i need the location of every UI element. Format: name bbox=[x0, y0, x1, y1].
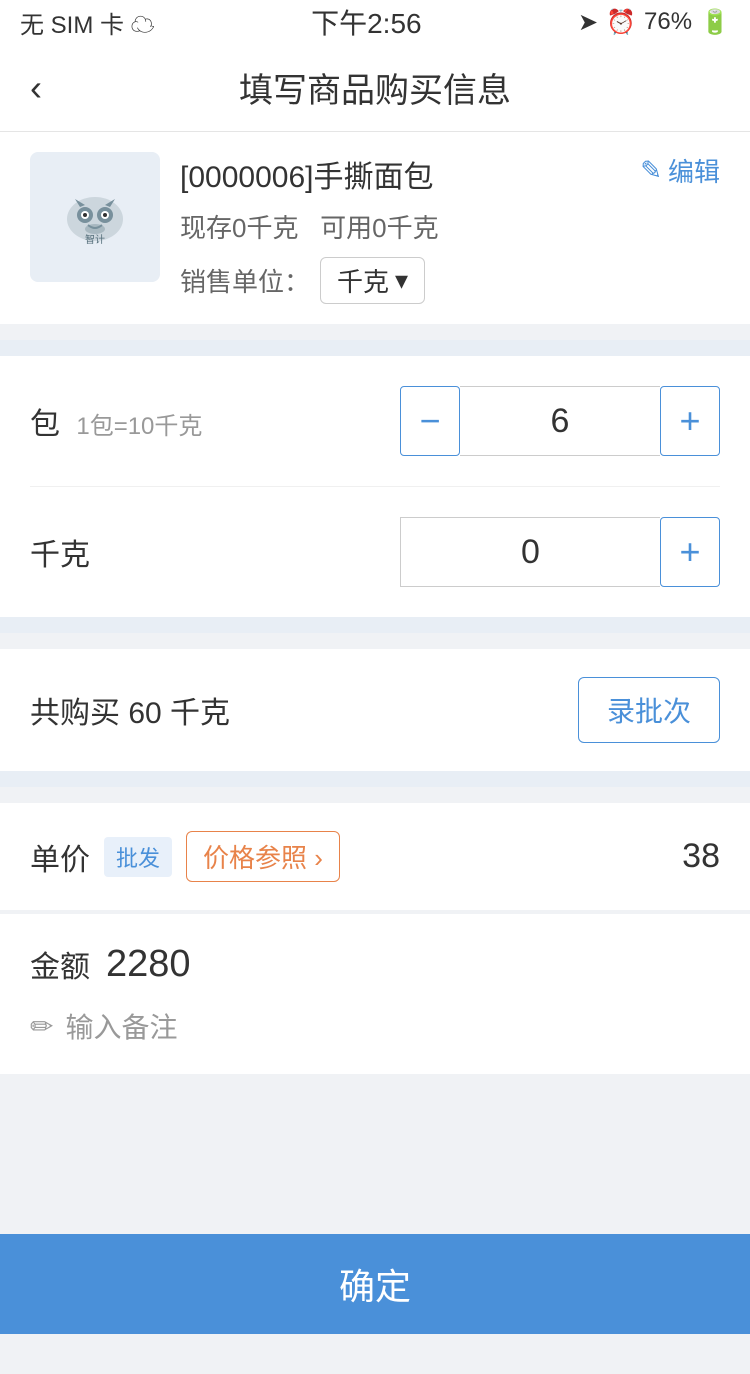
nav-bar: ‹ 填写商品购买信息 bbox=[0, 44, 750, 132]
note-row[interactable]: ✏ 输入备注 bbox=[30, 1006, 720, 1046]
divider-1 bbox=[0, 340, 750, 356]
sim-status: 无 SIM 卡 ☁ bbox=[20, 5, 155, 40]
location-icon: ➤ bbox=[578, 8, 598, 37]
status-left: 无 SIM 卡 ☁ bbox=[20, 5, 155, 40]
bao-row: 包 1包=10千克 − + bbox=[30, 356, 720, 487]
back-button[interactable]: ‹ bbox=[30, 67, 42, 109]
amount-row: 金额 2280 bbox=[30, 942, 720, 986]
summary-text: 共购买 60 千克 bbox=[30, 688, 230, 732]
unit-select[interactable]: 千克 ▾ bbox=[320, 257, 425, 304]
bao-minus-button[interactable]: − bbox=[400, 386, 460, 456]
kg-row: 千克 + bbox=[30, 487, 720, 617]
kg-plus-button[interactable]: + bbox=[660, 517, 720, 587]
bao-input-section: 包 1包=10千克 − + 千克 + bbox=[0, 356, 750, 617]
edit-icon: ✎ bbox=[640, 155, 662, 186]
product-unit-row: 销售单位： 千克 ▾ bbox=[180, 257, 720, 304]
battery-icon: 🔋 bbox=[700, 8, 730, 37]
unit-label: 销售单位： bbox=[180, 262, 310, 299]
bao-label: 包 1包=10千克 bbox=[30, 399, 202, 443]
amount-section: 金额 2280 ✏ 输入备注 bbox=[0, 914, 750, 1074]
batch-tag: 批发 bbox=[104, 837, 172, 877]
product-name: [0000006]手撕面包 bbox=[180, 152, 433, 196]
price-value: 38 bbox=[682, 837, 720, 876]
kg-label: 千克 bbox=[30, 530, 90, 574]
price-section: 单价 批发 价格参照 › 38 bbox=[0, 803, 750, 910]
product-thumbnail: 智计 bbox=[60, 187, 130, 247]
status-time: 下午2:56 bbox=[311, 2, 422, 42]
price-ref-button[interactable]: 价格参照 › bbox=[186, 831, 340, 882]
confirm-button[interactable]: 确定 bbox=[0, 1234, 750, 1334]
summary-section: 共购买 60 千克 录批次 bbox=[0, 649, 750, 771]
amount-label: 金额 bbox=[30, 942, 90, 986]
dropdown-icon: ▾ bbox=[395, 265, 408, 296]
amount-value: 2280 bbox=[106, 943, 191, 986]
page-title: 填写商品购买信息 bbox=[239, 63, 511, 112]
batch-button[interactable]: 录批次 bbox=[578, 677, 720, 743]
edit-label: 编辑 bbox=[668, 152, 720, 189]
kg-quantity-control: + bbox=[400, 517, 720, 587]
unit-value: 千克 bbox=[337, 262, 389, 299]
available-value: 可用0千克 bbox=[320, 213, 438, 243]
bao-text: 包 bbox=[30, 408, 60, 441]
status-bar: 无 SIM 卡 ☁ 下午2:56 ➤ ⏰ 76% 🔋 bbox=[0, 0, 750, 44]
pencil-icon: ✏ bbox=[30, 1010, 53, 1043]
stock-value: 现存0千克 bbox=[180, 213, 298, 243]
divider-2 bbox=[0, 617, 750, 633]
product-stock: 现存0千克 可用0千克 bbox=[180, 208, 720, 245]
product-image: 智计 bbox=[30, 152, 160, 282]
bao-input[interactable] bbox=[460, 386, 660, 456]
bao-plus-button[interactable]: + bbox=[660, 386, 720, 456]
edit-button[interactable]: ✎ 编辑 bbox=[640, 152, 720, 189]
status-right: ➤ ⏰ 76% 🔋 bbox=[578, 8, 730, 37]
kg-input[interactable] bbox=[400, 517, 660, 587]
battery-level: 76% bbox=[644, 8, 692, 36]
bao-hint: 1包=10千克 bbox=[76, 413, 202, 440]
price-left: 单价 批发 价格参照 › bbox=[30, 831, 340, 882]
alarm-icon: ⏰ bbox=[606, 8, 636, 37]
bao-quantity-control: − + bbox=[400, 386, 720, 456]
note-placeholder: 输入备注 bbox=[65, 1006, 177, 1046]
product-card: 智计 [0000006]手撕面包 ✎ 编辑 现存0千克 可用0千克 销售单位： … bbox=[0, 132, 750, 324]
divider-3 bbox=[0, 771, 750, 787]
svg-text:智计: 智计 bbox=[85, 233, 105, 246]
product-info: [0000006]手撕面包 ✎ 编辑 现存0千克 可用0千克 销售单位： 千克 … bbox=[180, 152, 720, 304]
price-label: 单价 bbox=[30, 835, 90, 879]
